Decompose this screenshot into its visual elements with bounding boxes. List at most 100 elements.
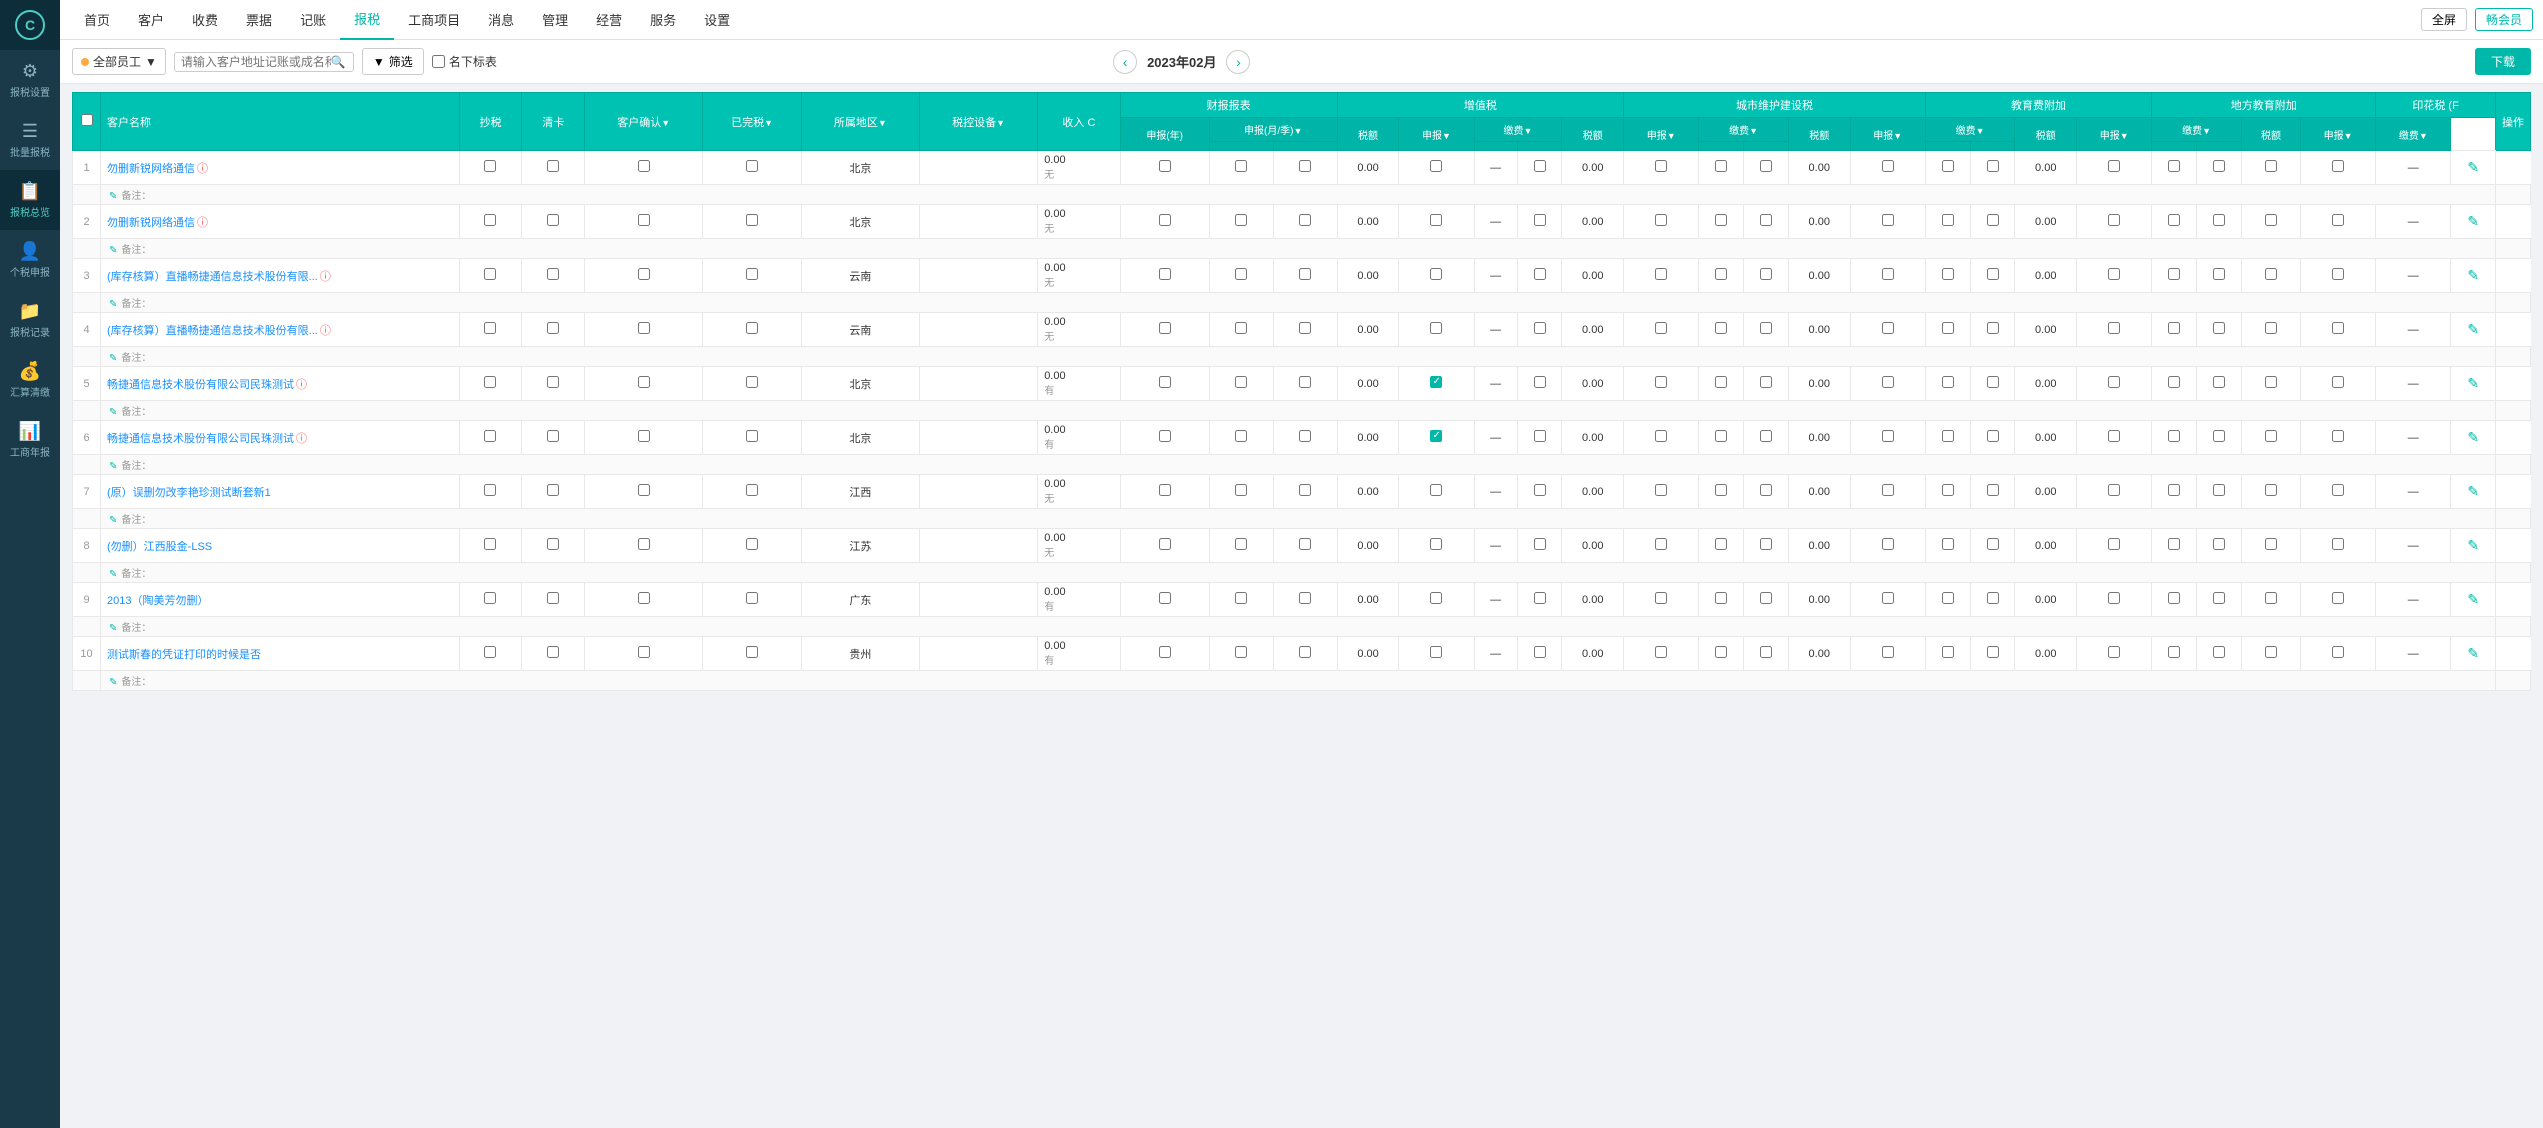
edu-declare-checkbox[interactable] [1882,484,1894,496]
caibao-month-checkbox1[interactable] [1235,214,1247,226]
nav-invoice[interactable]: 票据 [232,0,286,40]
edu-fee-checkbox1[interactable] [1942,484,1954,496]
city-declare-checkbox[interactable] [1655,322,1667,334]
city-fee-checkbox1[interactable] [1715,376,1727,388]
edu-declare-checkbox[interactable] [1882,214,1894,226]
edu-fee-checkbox2[interactable] [1987,160,1999,172]
city-fee-checkbox1[interactable] [1715,646,1727,658]
clear-card-cell[interactable] [522,529,585,563]
stamp-declare-cell[interactable] [2301,583,2376,617]
city-fee-cell2[interactable] [1744,205,1789,239]
caibao-month-checkbox2[interactable] [1299,322,1311,334]
nav-billing[interactable]: 收费 [178,0,232,40]
city-declare-checkbox[interactable] [1655,646,1667,658]
caibao-year-cell[interactable] [1120,529,1209,563]
caibao-year-cell[interactable] [1120,151,1209,185]
remark-cell[interactable]: ✎备注： [101,185,2496,205]
local-declare-cell[interactable] [2077,421,2152,455]
remark-cell[interactable]: ✎备注： [101,347,2496,367]
caibao-year-checkbox[interactable] [1159,484,1171,496]
caibao-month-cell1[interactable] [1209,313,1273,347]
remark-pencil-icon[interactable]: ✎ [109,461,117,472]
local-declare-checkbox[interactable] [2108,430,2120,442]
vat-declare-checkbox[interactable] [1430,592,1442,604]
local-fee-cell1[interactable] [2152,583,2197,617]
edu-fee-cell1[interactable] [1925,259,1970,293]
local-fee-checkbox2[interactable] [2213,430,2225,442]
remark-pencil-icon[interactable]: ✎ [109,515,117,526]
stamp-declare-cell[interactable] [2301,151,2376,185]
remark-pencil-icon[interactable]: ✎ [109,407,117,418]
city-fee-cell1[interactable] [1699,421,1744,455]
download-button[interactable]: 下载 [2475,48,2531,75]
edu-fee-cell1[interactable] [1925,151,1970,185]
client-confirm-checkbox[interactable] [638,214,650,226]
local-fee-cell2[interactable] [2197,637,2242,671]
caibao-month-checkbox1[interactable] [1235,322,1247,334]
client-name-cell[interactable]: (库存核算）直播畅捷通信息技术股份有限...ⓘ [101,259,460,293]
vat-declare-checkbox[interactable] [1430,430,1442,442]
edit-cell[interactable]: ✎ [2451,205,2496,239]
caibao-month-cell2[interactable] [1273,259,1337,293]
caibao-year-checkbox[interactable] [1159,538,1171,550]
local-fee-cell2[interactable] [2197,151,2242,185]
caibao-year-checkbox[interactable] [1159,160,1171,172]
client-name-cell[interactable]: 畅捷通信息技术股份有限公司民珠测试ⓘ [101,421,460,455]
city-declare-checkbox[interactable] [1655,160,1667,172]
clear-card-checkbox[interactable] [547,268,559,280]
client-name-cell[interactable]: 2013（陶美芳勿删） [101,583,460,617]
city-fee-cell2[interactable] [1744,583,1789,617]
city-declare-checkbox[interactable] [1655,376,1667,388]
city-fee-checkbox2[interactable] [1760,592,1772,604]
paid-tax-cell[interactable] [703,475,801,509]
city-fee-checkbox1[interactable] [1715,538,1727,550]
vat-fee-cell2[interactable] [1517,367,1562,401]
local-declare-checkbox[interactable] [2108,646,2120,658]
paid-tax-checkbox[interactable] [746,376,758,388]
local-declare-cell[interactable] [2077,475,2152,509]
remark-pencil-icon[interactable]: ✎ [109,353,117,364]
vat-declare-cell[interactable] [1399,475,1474,509]
city-declare-checkbox[interactable] [1655,538,1667,550]
client-confirm-cell[interactable] [585,313,703,347]
remark-cell[interactable]: ✎备注： [101,293,2496,313]
edu-fee-checkbox2[interactable] [1987,592,1999,604]
client-name-cell[interactable]: (勿删）江西股金-LSS [101,529,460,563]
clear-card-cell[interactable] [522,583,585,617]
city-declare-checkbox[interactable] [1655,268,1667,280]
stamp-declare-checkbox[interactable] [2332,538,2344,550]
edu-fee-checkbox2[interactable] [1987,268,1999,280]
client-confirm-checkbox[interactable] [638,430,650,442]
paid-tax-cell[interactable] [703,637,801,671]
local-fee-cell2[interactable] [2197,259,2242,293]
remark-cell[interactable]: ✎备注： [101,401,2496,421]
copy-tax-checkbox[interactable] [484,160,496,172]
city-fee-cell1[interactable] [1699,151,1744,185]
edit-icon[interactable]: ✎ [2467,591,2479,607]
local-fee-checkbox2[interactable] [2213,322,2225,334]
client-confirm-checkbox[interactable] [638,268,650,280]
caibao-year-cell[interactable] [1120,259,1209,293]
edu-declare-cell[interactable] [1850,421,1925,455]
paid-tax-checkbox[interactable] [746,646,758,658]
stamp-amount-checkbox[interactable] [2265,646,2277,658]
vat-declare-cell[interactable] [1399,205,1474,239]
local-fee-checkbox2[interactable] [2213,538,2225,550]
caibao-month-cell2[interactable] [1273,637,1337,671]
edit-cell[interactable]: ✎ [2451,313,2496,347]
copy-tax-cell[interactable] [459,475,522,509]
city-fee-cell2[interactable] [1744,151,1789,185]
client-confirm-cell[interactable] [585,583,703,617]
vat-declare-cell[interactable] [1399,151,1474,185]
local-fee-cell2[interactable] [2197,421,2242,455]
edu-fee-checkbox2[interactable] [1987,538,1999,550]
vat-declare-checkbox[interactable] [1430,160,1442,172]
edu-declare-checkbox[interactable] [1882,430,1894,442]
stamp-amount-checkbox[interactable] [2265,484,2277,496]
nav-settings[interactable]: 设置 [690,0,744,40]
caibao-year-cell[interactable] [1120,637,1209,671]
caibao-year-checkbox[interactable] [1159,322,1171,334]
sidebar-item-tax-view[interactable]: 📋 报税总览 [0,170,60,230]
clear-card-checkbox[interactable] [547,538,559,550]
vat-fee-checkbox[interactable] [1534,214,1546,226]
